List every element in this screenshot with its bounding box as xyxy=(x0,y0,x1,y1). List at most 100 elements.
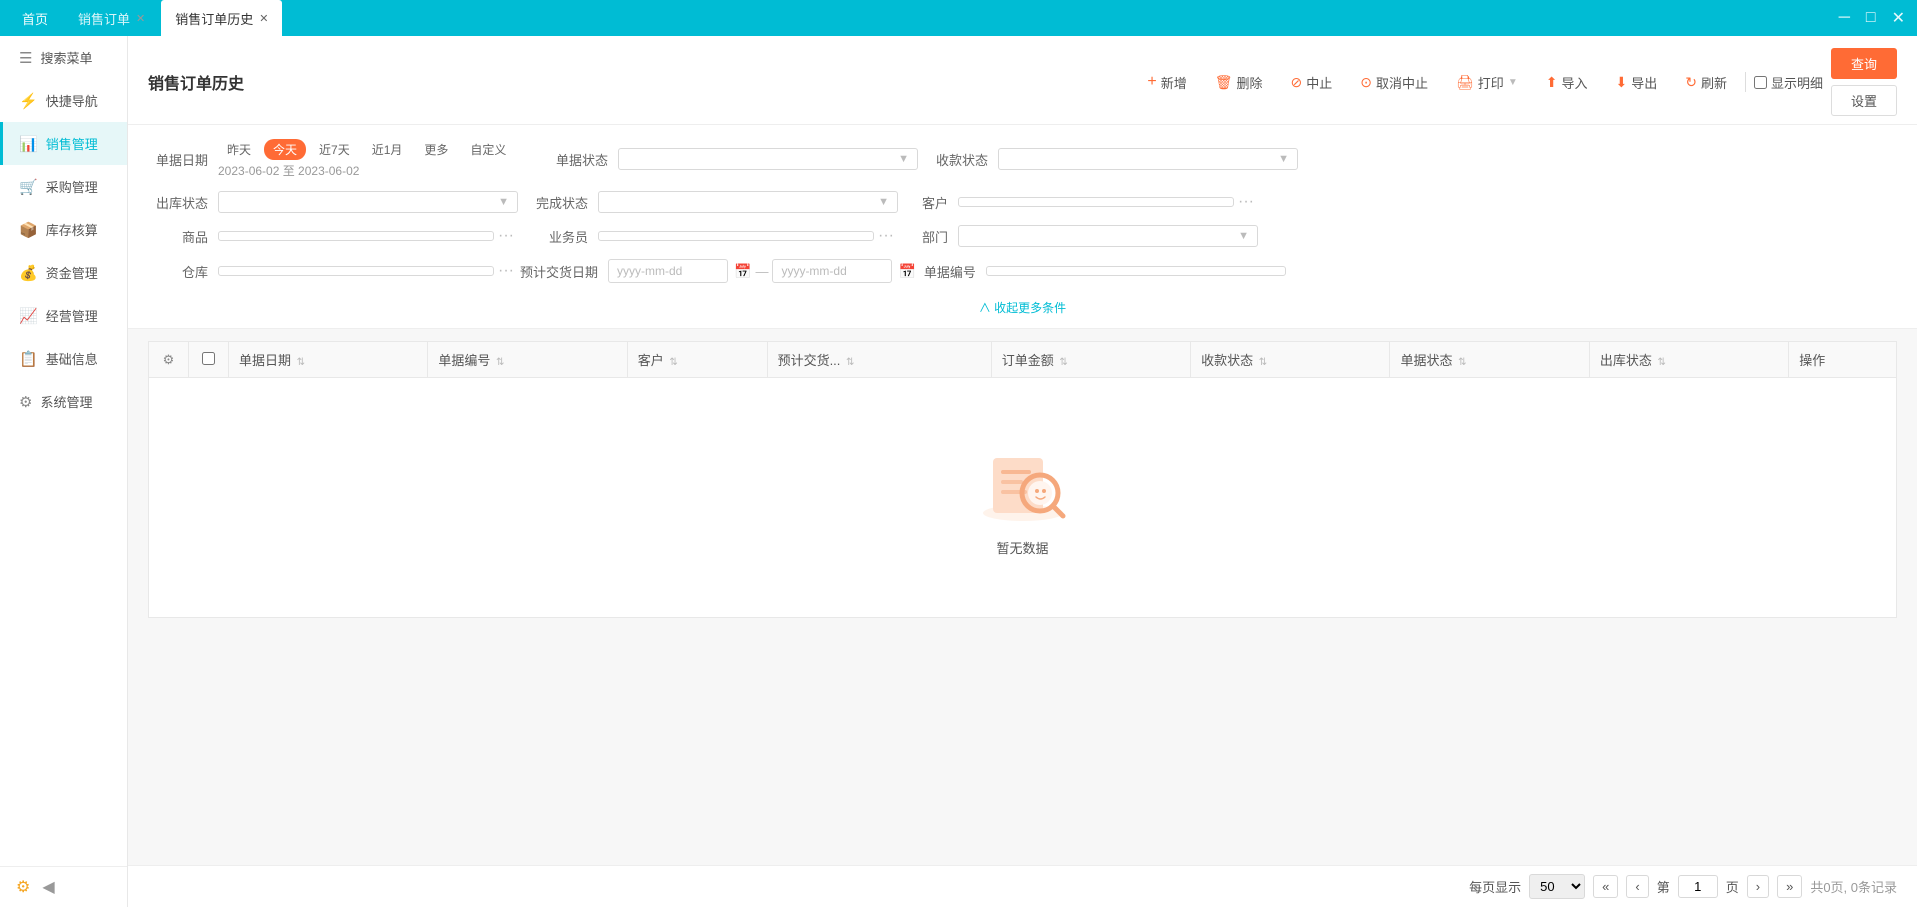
col-outbound-status[interactable]: 出库状态 ⇅ xyxy=(1589,342,1788,378)
sidebar-item-finance[interactable]: 💰 资金管理 xyxy=(0,251,127,294)
select-all-checkbox[interactable] xyxy=(202,352,215,365)
print-button[interactable]: 🖨 打印 ▼ xyxy=(1446,68,1528,97)
sidebar-item-sales-mgmt-label: 销售管理 xyxy=(46,134,98,153)
sidebar-item-sys-mgmt[interactable]: ⚙ 系统管理 xyxy=(0,380,127,423)
salesperson-dots-button[interactable]: ··· xyxy=(874,227,898,245)
tab-sales-order-history[interactable]: 销售订单历史 ✕ xyxy=(161,0,282,36)
warehouse-dots-button[interactable]: ··· xyxy=(494,262,518,280)
new-icon: + xyxy=(1147,73,1156,91)
table-settings-icon[interactable]: ⚙ xyxy=(163,352,175,367)
page-size-select[interactable]: 10 20 50 100 xyxy=(1529,874,1585,899)
sidebar-item-operations[interactable]: 📈 经营管理 xyxy=(0,294,127,337)
bill-status-arrow-icon: ▼ xyxy=(898,153,909,165)
cancel-stop-button[interactable]: ⊙ 取消中止 xyxy=(1350,68,1438,97)
col-bill-date[interactable]: 单据日期 ⇅ xyxy=(229,342,428,378)
dept-select[interactable]: ▼ xyxy=(958,225,1258,247)
window-close-button[interactable]: ✕ xyxy=(1888,6,1909,30)
page-label-suffix: 页 xyxy=(1726,877,1739,896)
product-dots-button[interactable]: ··· xyxy=(494,227,518,245)
expected-delivery-to[interactable]: yyyy-mm-dd xyxy=(772,259,892,283)
tab-sales-order[interactable]: 销售订单 ✕ xyxy=(64,0,159,36)
date-today[interactable]: 今天 xyxy=(264,139,306,160)
outbound-status-arrow-icon: ▼ xyxy=(498,196,509,208)
col-checkbox[interactable] xyxy=(189,342,229,378)
customer-dots-button[interactable]: ··· xyxy=(1234,193,1258,211)
export-button[interactable]: ⬇ 导出 xyxy=(1605,68,1667,97)
sidebar-item-quick-nav[interactable]: ⚡ 快捷导航 xyxy=(0,79,127,122)
show-details-input[interactable] xyxy=(1754,76,1767,89)
complete-status-select[interactable]: ▼ xyxy=(598,191,898,213)
col-bill-status-label: 单据状态 xyxy=(1400,353,1452,368)
purchase-mgmt-icon: 🛒 xyxy=(19,178,38,196)
col-expected-delivery[interactable]: 预计交货... ⇅ xyxy=(767,342,991,378)
delete-button[interactable]: 🗑 删除 xyxy=(1205,68,1273,97)
bill-no-input[interactable] xyxy=(986,266,1286,276)
payment-status-arrow-icon: ▼ xyxy=(1278,153,1289,165)
first-page-button[interactable]: « xyxy=(1593,875,1618,898)
content-area: 销售订单历史 + 新增 🗑 删除 ⊘ 中止 ⊙ 取消中止 xyxy=(128,36,1917,907)
content-header: 销售订单历史 + 新增 🗑 删除 ⊘ 中止 ⊙ 取消中止 xyxy=(128,36,1917,125)
data-table: ⚙ 单据日期 ⇅ 单据编号 ⇅ xyxy=(148,341,1897,618)
date-custom[interactable]: 自定义 xyxy=(461,139,515,160)
last-page-button[interactable]: » xyxy=(1777,875,1802,898)
sidebar-item-base-info[interactable]: 📋 基础信息 xyxy=(0,337,127,380)
date-1month[interactable]: 近1月 xyxy=(363,139,412,160)
collapse-bar[interactable]: ∧ 收起更多条件 xyxy=(148,295,1897,320)
col-bill-no[interactable]: 单据编号 ⇅ xyxy=(428,342,627,378)
import-button[interactable]: ⬆ 导入 xyxy=(1536,68,1598,97)
next-page-button[interactable]: › xyxy=(1747,875,1769,898)
table-body: 暂无数据 xyxy=(149,378,1897,618)
minimize-button[interactable]: ─ xyxy=(1835,7,1854,29)
col-bill-date-label: 单据日期 xyxy=(239,353,291,368)
sidebar-settings-icon[interactable]: ⚙ xyxy=(16,877,30,897)
total-info: 共0页, 0条记录 xyxy=(1810,877,1897,896)
date-separator: — xyxy=(755,264,768,279)
show-details-checkbox[interactable]: 显示明细 xyxy=(1754,73,1823,92)
tab-sales-order-close[interactable]: ✕ xyxy=(136,12,145,25)
prev-page-button[interactable]: ‹ xyxy=(1626,875,1648,898)
payment-status-select[interactable]: ▼ xyxy=(998,148,1298,170)
refresh-button[interactable]: ↻ 刷新 xyxy=(1675,68,1737,97)
stop-button[interactable]: ⊘ 中止 xyxy=(1281,68,1343,97)
col-customer[interactable]: 客户 ⇅ xyxy=(627,342,767,378)
col-payment-status[interactable]: 收款状态 ⇅ xyxy=(1191,342,1390,378)
new-button[interactable]: + 新增 xyxy=(1137,68,1196,97)
base-info-icon: 📋 xyxy=(19,350,38,368)
dept-arrow-icon: ▼ xyxy=(1238,230,1249,242)
settings-button[interactable]: 设置 xyxy=(1831,85,1897,116)
col-order-amount[interactable]: 订单金额 ⇅ xyxy=(991,342,1190,378)
maximize-button[interactable]: □ xyxy=(1862,7,1880,29)
sidebar-item-search-menu[interactable]: ☰ 搜索菜单 xyxy=(0,36,127,79)
bill-status-select[interactable]: ▼ xyxy=(618,148,918,170)
customer-input[interactable] xyxy=(958,197,1234,207)
sidebar: ☰ 搜索菜单 ⚡ 快捷导航 📊 销售管理 🛒 采购管理 📦 库存核算 💰 资金管… xyxy=(0,36,128,907)
tab-sales-order-history-close[interactable]: ✕ xyxy=(259,12,268,25)
sidebar-item-inventory[interactable]: 📦 库存核算 xyxy=(0,208,127,251)
warehouse-input[interactable] xyxy=(218,266,494,276)
show-details-label: 显示明细 xyxy=(1771,73,1823,92)
outbound-status-select[interactable]: ▼ xyxy=(218,191,518,213)
filter-area: 单据日期 昨天 今天 近7天 近1月 更多 自定义 2023-06-02 至 2… xyxy=(128,125,1917,329)
col-payment-status-sort-icon: ⇅ xyxy=(1259,357,1267,368)
sidebar-item-sales-mgmt[interactable]: 📊 销售管理 xyxy=(0,122,127,165)
cal-from-icon[interactable]: 📅 xyxy=(734,263,751,280)
tab-home[interactable]: 首页 xyxy=(8,0,62,36)
salesperson-input[interactable] xyxy=(598,231,874,241)
query-button[interactable]: 查询 xyxy=(1831,48,1897,79)
sys-mgmt-icon: ⚙ xyxy=(19,393,32,411)
sidebar-collapse-icon[interactable]: ◀ xyxy=(42,877,54,897)
page-label-prefix: 第 xyxy=(1657,877,1670,896)
col-settings[interactable]: ⚙ xyxy=(149,342,189,378)
col-bill-no-label: 单据编号 xyxy=(438,353,490,368)
col-expected-delivery-sort-icon: ⇅ xyxy=(846,357,854,368)
cal-to-icon[interactable]: 📅 xyxy=(898,263,915,280)
date-7days[interactable]: 近7天 xyxy=(310,139,359,160)
date-yesterday[interactable]: 昨天 xyxy=(218,139,260,160)
col-bill-status[interactable]: 单据状态 ⇅ xyxy=(1390,342,1589,378)
page-number-input[interactable]: 1 xyxy=(1678,875,1718,898)
expected-delivery-from[interactable]: yyyy-mm-dd xyxy=(608,259,728,283)
product-input[interactable] xyxy=(218,231,494,241)
sidebar-item-purchase-mgmt[interactable]: 🛒 采购管理 xyxy=(0,165,127,208)
filter-row-1: 单据日期 昨天 今天 近7天 近1月 更多 自定义 2023-06-02 至 2… xyxy=(148,139,1897,179)
date-more[interactable]: 更多 xyxy=(415,139,457,160)
